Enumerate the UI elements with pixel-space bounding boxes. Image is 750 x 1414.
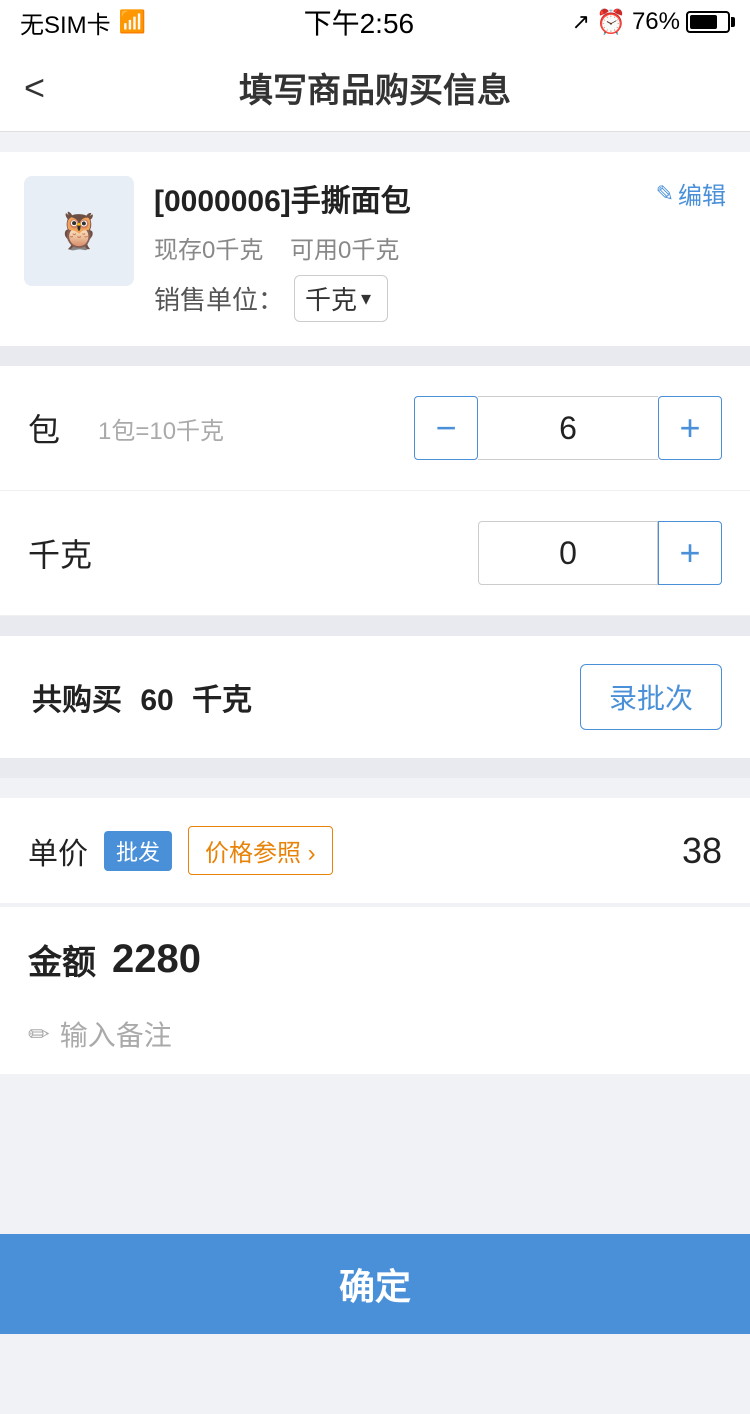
amount-label: 金额 <box>28 935 96 984</box>
price-label: 单价 <box>28 829 88 873</box>
stock-text: 现存0千克 <box>154 237 263 264</box>
price-section: 单价 批发 价格参照 › 38 <box>0 798 750 903</box>
product-name: [0000006]手撕面包 <box>154 176 726 220</box>
price-ref-label: 价格参照 › <box>205 833 316 868</box>
quantity-controls-bao: − + <box>414 396 722 460</box>
status-time: 下午2:56 <box>304 2 415 42</box>
available-text: 可用0千克 <box>290 237 399 264</box>
status-bar: 无SIM卡 📶 下午2:56 ↗ ⏰ 76% <box>0 0 750 44</box>
batch-button[interactable]: 录批次 <box>580 664 722 730</box>
section-divider-2 <box>0 616 750 636</box>
page-title: 填写商品购买信息 <box>239 63 511 112</box>
amount-row: 金额 2280 <box>28 935 722 984</box>
chevron-down-icon: ▾ <box>361 286 371 311</box>
back-button[interactable]: < <box>24 67 45 109</box>
quantity-hint-bao: 1包=10千克 <box>98 411 414 446</box>
price-ref-button[interactable]: 价格参照 › <box>188 826 333 875</box>
wifi-icon: 📶 <box>119 9 146 35</box>
edit-button[interactable]: ✎ 编辑 <box>656 176 726 211</box>
quantity-section: 包 1包=10千克 − + 千克 + <box>0 366 750 616</box>
batch-label: 录批次 <box>609 683 693 714</box>
edit-icon: ✎ <box>656 181 674 207</box>
amount-section: 金额 2280 ✏ 输入备注 <box>0 907 750 1074</box>
quantity-label-kg: 千克 <box>28 530 92 576</box>
confirm-button[interactable]: 确定 <box>0 1234 750 1334</box>
location-icon: ↗ <box>572 9 590 35</box>
confirm-label: 确定 <box>339 1258 411 1310</box>
product-stock: 现存0千克 可用0千克 <box>154 230 726 265</box>
product-card: 🦉 [0000006]手撕面包 现存0千克 可用0千克 销售单位： 千克 ▾ ✎… <box>0 152 750 346</box>
product-info: [0000006]手撕面包 现存0千克 可用0千克 销售单位： 千克 ▾ <box>154 176 726 322</box>
amount-value: 2280 <box>112 937 201 982</box>
edit-label: 编辑 <box>678 176 726 211</box>
total-text: 共购买 60 千克 <box>28 675 256 719</box>
remark-placeholder: 输入备注 <box>60 1014 172 1054</box>
remark-row[interactable]: ✏ 输入备注 <box>28 1004 722 1064</box>
quantity-controls-kg: + <box>478 521 722 585</box>
battery-percent: 76% <box>632 8 680 36</box>
decrement-button-bao[interactable]: − <box>414 396 478 460</box>
quantity-input-kg[interactable] <box>478 521 658 585</box>
price-type-tag: 批发 <box>104 831 172 871</box>
section-divider-1 <box>0 346 750 366</box>
section-divider-3 <box>0 758 750 778</box>
total-unit: 千克 <box>192 684 252 717</box>
pencil-icon: ✏ <box>28 1019 50 1050</box>
product-image: 🦉 <box>24 176 134 286</box>
product-unit-row: 销售单位： 千克 ▾ <box>154 275 726 322</box>
unit-select[interactable]: 千克 ▾ <box>294 275 388 322</box>
total-prefix: 共购买 <box>32 684 122 717</box>
product-logo: 🦉 <box>57 210 102 252</box>
unit-label: 销售单位： <box>154 280 284 317</box>
unit-value: 千克 <box>305 280 357 317</box>
status-right: ↗ ⏰ 76% <box>572 8 730 37</box>
price-value: 38 <box>682 830 722 872</box>
carrier-text: 无SIM卡 <box>20 5 111 40</box>
total-amount: 60 <box>140 684 173 717</box>
quantity-input-bao[interactable] <box>478 396 658 460</box>
quantity-row-kg: 千克 + <box>0 491 750 616</box>
total-row: 共购买 60 千克 录批次 <box>0 636 750 758</box>
quantity-row-bao: 包 1包=10千克 − + <box>0 366 750 491</box>
status-carrier: 无SIM卡 📶 <box>20 5 146 40</box>
increment-button-kg[interactable]: + <box>658 521 722 585</box>
battery-icon <box>686 11 730 33</box>
increment-button-bao[interactable]: + <box>658 396 722 460</box>
nav-bar: < 填写商品购买信息 <box>0 44 750 132</box>
alarm-icon: ⏰ <box>596 8 626 37</box>
quantity-label-bao: 包 <box>28 405 88 451</box>
